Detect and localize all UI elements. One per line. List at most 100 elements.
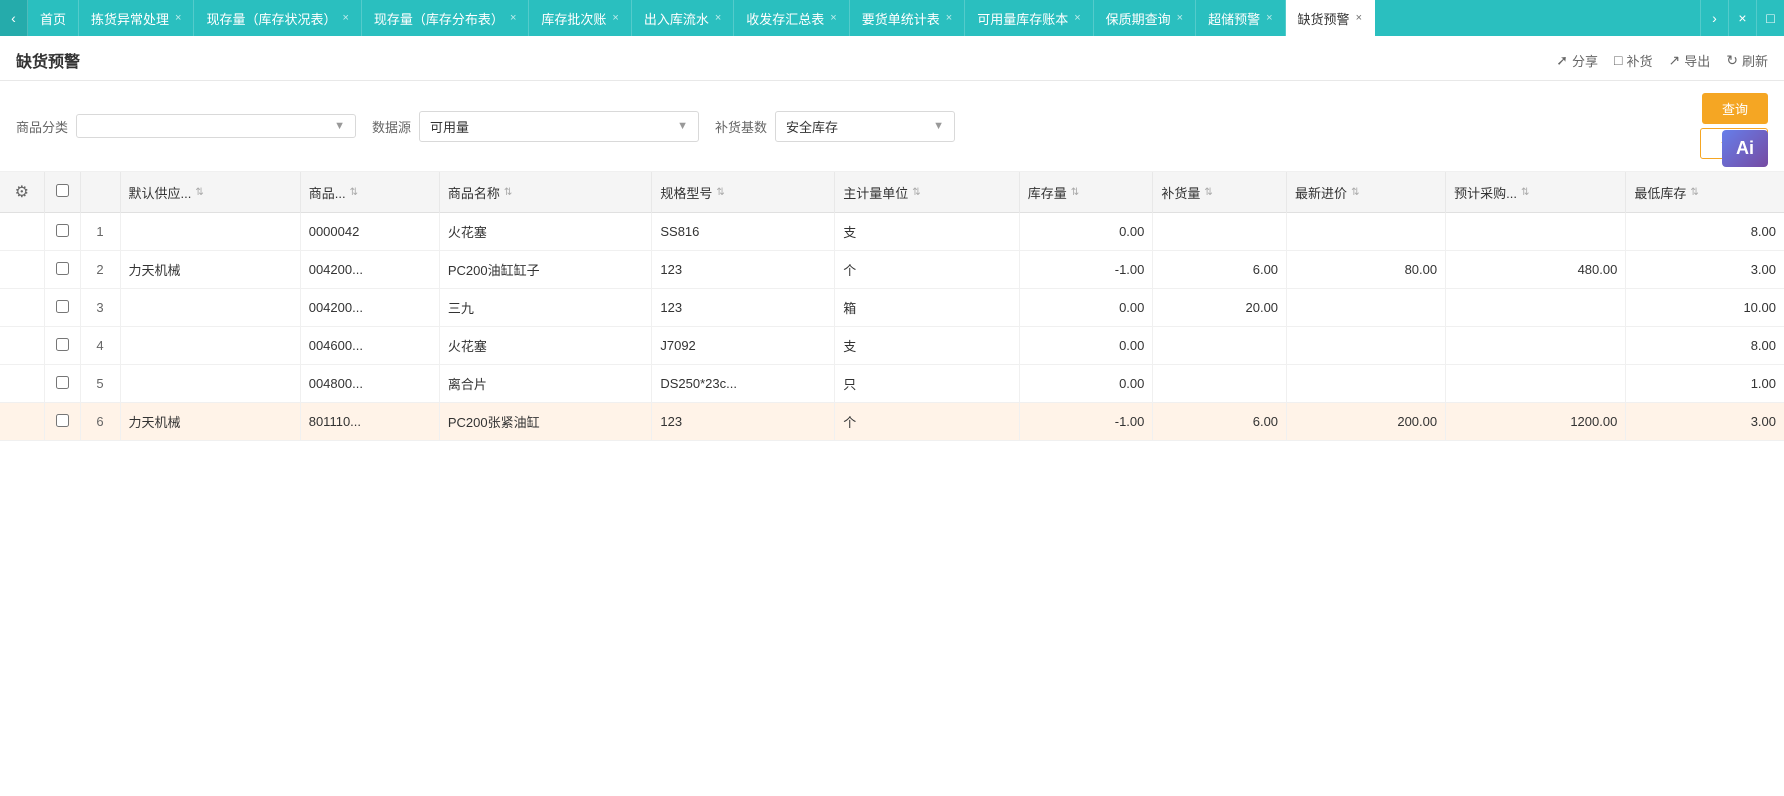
page-title: 缺货预警 [16, 48, 80, 72]
col-supplier-label: 默认供应... [129, 183, 192, 202]
tab-inout-label: 出入库流水 [644, 9, 709, 28]
row-product-code: 004200... [300, 251, 439, 289]
row-checkbox[interactable] [56, 300, 69, 313]
tab-collect-close[interactable]: × [830, 12, 836, 24]
col-replenish-qty-label: 补货量 [1161, 183, 1200, 202]
replenish-value: 安全库存 [786, 117, 838, 136]
tab-home[interactable]: 首页 [28, 0, 79, 36]
table-row: 6 力天机械 801110... PC200张紧油缸 123 个 -1.00 6… [0, 403, 1784, 441]
tab-avail-ledger-close[interactable]: × [1074, 12, 1080, 24]
col-supplier[interactable]: 默认供应... ⇅ [120, 172, 300, 213]
col-latest-price-label: 最新进价 [1295, 183, 1347, 202]
row-est-purchase: 1200.00 [1446, 403, 1626, 441]
col-gear[interactable]: ⚙ [0, 172, 44, 213]
tab-order-stat-close[interactable]: × [946, 12, 952, 24]
tab-batch-close[interactable]: × [612, 12, 618, 24]
row-min-stock: 8.00 [1626, 213, 1784, 251]
tab-prev-btn[interactable]: ‹ [0, 0, 28, 36]
col-unit-label: 主计量单位 [843, 183, 908, 202]
col-product-name[interactable]: 商品名称 ⇅ [439, 172, 651, 213]
tab-inout-close[interactable]: × [715, 12, 721, 24]
category-select[interactable]: ▼ [76, 114, 356, 138]
tab-close-btn[interactable]: × [1728, 0, 1756, 36]
row-index: 3 [80, 289, 120, 327]
select-all-checkbox[interactable] [56, 184, 69, 197]
row-stock: 0.00 [1019, 365, 1153, 403]
table-row: 2 力天机械 004200... PC200油缸缸子 123 个 -1.00 6… [0, 251, 1784, 289]
row-latest-price [1287, 289, 1446, 327]
row-min-stock: 3.00 [1626, 251, 1784, 289]
col-stock[interactable]: 库存量 ⇅ [1019, 172, 1153, 213]
tab-overstock-close[interactable]: × [1266, 12, 1272, 24]
tab-shortage-close[interactable]: × [1356, 12, 1362, 24]
tab-shortage[interactable]: 缺货预警 × [1286, 0, 1375, 36]
row-spec: 123 [652, 403, 835, 441]
col-spec[interactable]: 规格型号 ⇅ [652, 172, 835, 213]
sort-unit-icon: ⇅ [912, 187, 920, 198]
tab-next-btn[interactable]: › [1700, 0, 1728, 36]
tab-inventory-status-close[interactable]: × [342, 12, 348, 24]
tab-batch[interactable]: 库存批次账 × [529, 0, 631, 36]
tab-expand-btn[interactable]: □ [1756, 0, 1784, 36]
col-min-stock[interactable]: 最低库存 ⇅ [1626, 172, 1784, 213]
col-product-code[interactable]: 商品... ⇅ [300, 172, 439, 213]
tab-inventory-status[interactable]: 现存量（库存状况表） × [194, 0, 361, 36]
tab-collect[interactable]: 收发存汇总表 × [734, 0, 849, 36]
tab-inventory-dist-close[interactable]: × [510, 12, 516, 24]
tab-overstock-label: 超储预警 [1208, 9, 1260, 28]
table-body: 1 0000042 火花塞 SS816 支 0.00 8.00 2 力天机械 0… [0, 213, 1784, 441]
settings-gear-icon[interactable]: ⚙ [15, 184, 29, 201]
category-label: 商品分类 [16, 117, 68, 136]
query-button[interactable]: 查询 [1702, 93, 1768, 124]
sort-latest-price-icon: ⇅ [1351, 187, 1359, 198]
col-est-purchase-label: 预计采购... [1454, 183, 1517, 202]
replenish-btn[interactable]: □ 补货 [1614, 51, 1652, 70]
col-replenish-qty[interactable]: 补货量 ⇅ [1153, 172, 1287, 213]
tab-avail-ledger[interactable]: 可用量库存账本 × [965, 0, 1093, 36]
row-stock: 0.00 [1019, 289, 1153, 327]
tab-expiry[interactable]: 保质期查询 × [1094, 0, 1196, 36]
col-est-purchase[interactable]: 预计采购... ⇅ [1446, 172, 1626, 213]
tab-exception-close[interactable]: × [175, 12, 181, 24]
tab-inventory-dist[interactable]: 现存量（库存分布表） × [362, 0, 529, 36]
col-min-stock-label: 最低库存 [1634, 183, 1686, 202]
row-unit: 个 [835, 251, 1019, 289]
tab-inout[interactable]: 出入库流水 × [632, 0, 734, 36]
col-latest-price[interactable]: 最新进价 ⇅ [1287, 172, 1446, 213]
replenish-label: 补货基数 [715, 117, 767, 136]
refresh-btn[interactable]: ↻ 刷新 [1726, 51, 1768, 70]
replenish-select[interactable]: 安全库存 ▼ [775, 111, 955, 142]
row-checkbox[interactable] [56, 376, 69, 389]
table-row: 1 0000042 火花塞 SS816 支 0.00 8.00 [0, 213, 1784, 251]
row-unit: 箱 [835, 289, 1019, 327]
row-checkbox[interactable] [56, 414, 69, 427]
datasource-select[interactable]: 可用量 ▼ [419, 111, 699, 142]
row-gear-cell [0, 403, 44, 441]
row-spec: 123 [652, 289, 835, 327]
row-supplier: 力天机械 [120, 403, 300, 441]
row-checkbox[interactable] [56, 262, 69, 275]
row-checkbox[interactable] [56, 224, 69, 237]
tab-overstock[interactable]: 超储预警 × [1196, 0, 1285, 36]
row-checkbox-cell[interactable] [44, 327, 80, 365]
tab-order-stat[interactable]: 要货单统计表 × [850, 0, 965, 36]
row-checkbox-cell[interactable] [44, 213, 80, 251]
row-checkbox-cell[interactable] [44, 289, 80, 327]
row-spec: SS816 [652, 213, 835, 251]
row-spec: DS250*23c... [652, 365, 835, 403]
ai-button[interactable]: Ai [1722, 130, 1768, 167]
col-unit[interactable]: 主计量单位 ⇅ [835, 172, 1019, 213]
tab-expiry-label: 保质期查询 [1106, 9, 1171, 28]
tab-expiry-close[interactable]: × [1177, 12, 1183, 24]
share-btn[interactable]: ➚ 分享 [1556, 51, 1598, 70]
row-checkbox[interactable] [56, 338, 69, 351]
row-checkbox-cell[interactable] [44, 365, 80, 403]
row-latest-price [1287, 327, 1446, 365]
export-btn[interactable]: ↗ 导出 [1669, 51, 1711, 70]
replenish-icon: □ [1614, 52, 1622, 68]
tab-exception[interactable]: 拣货异常处理 × [79, 0, 194, 36]
sort-replenish-qty-icon: ⇅ [1204, 187, 1212, 198]
row-checkbox-cell[interactable] [44, 251, 80, 289]
filter-area: 商品分类 ▼ 数据源 可用量 ▼ 补货基数 安全库存 ▼ 查询 设置 [0, 81, 1784, 172]
row-checkbox-cell[interactable] [44, 403, 80, 441]
